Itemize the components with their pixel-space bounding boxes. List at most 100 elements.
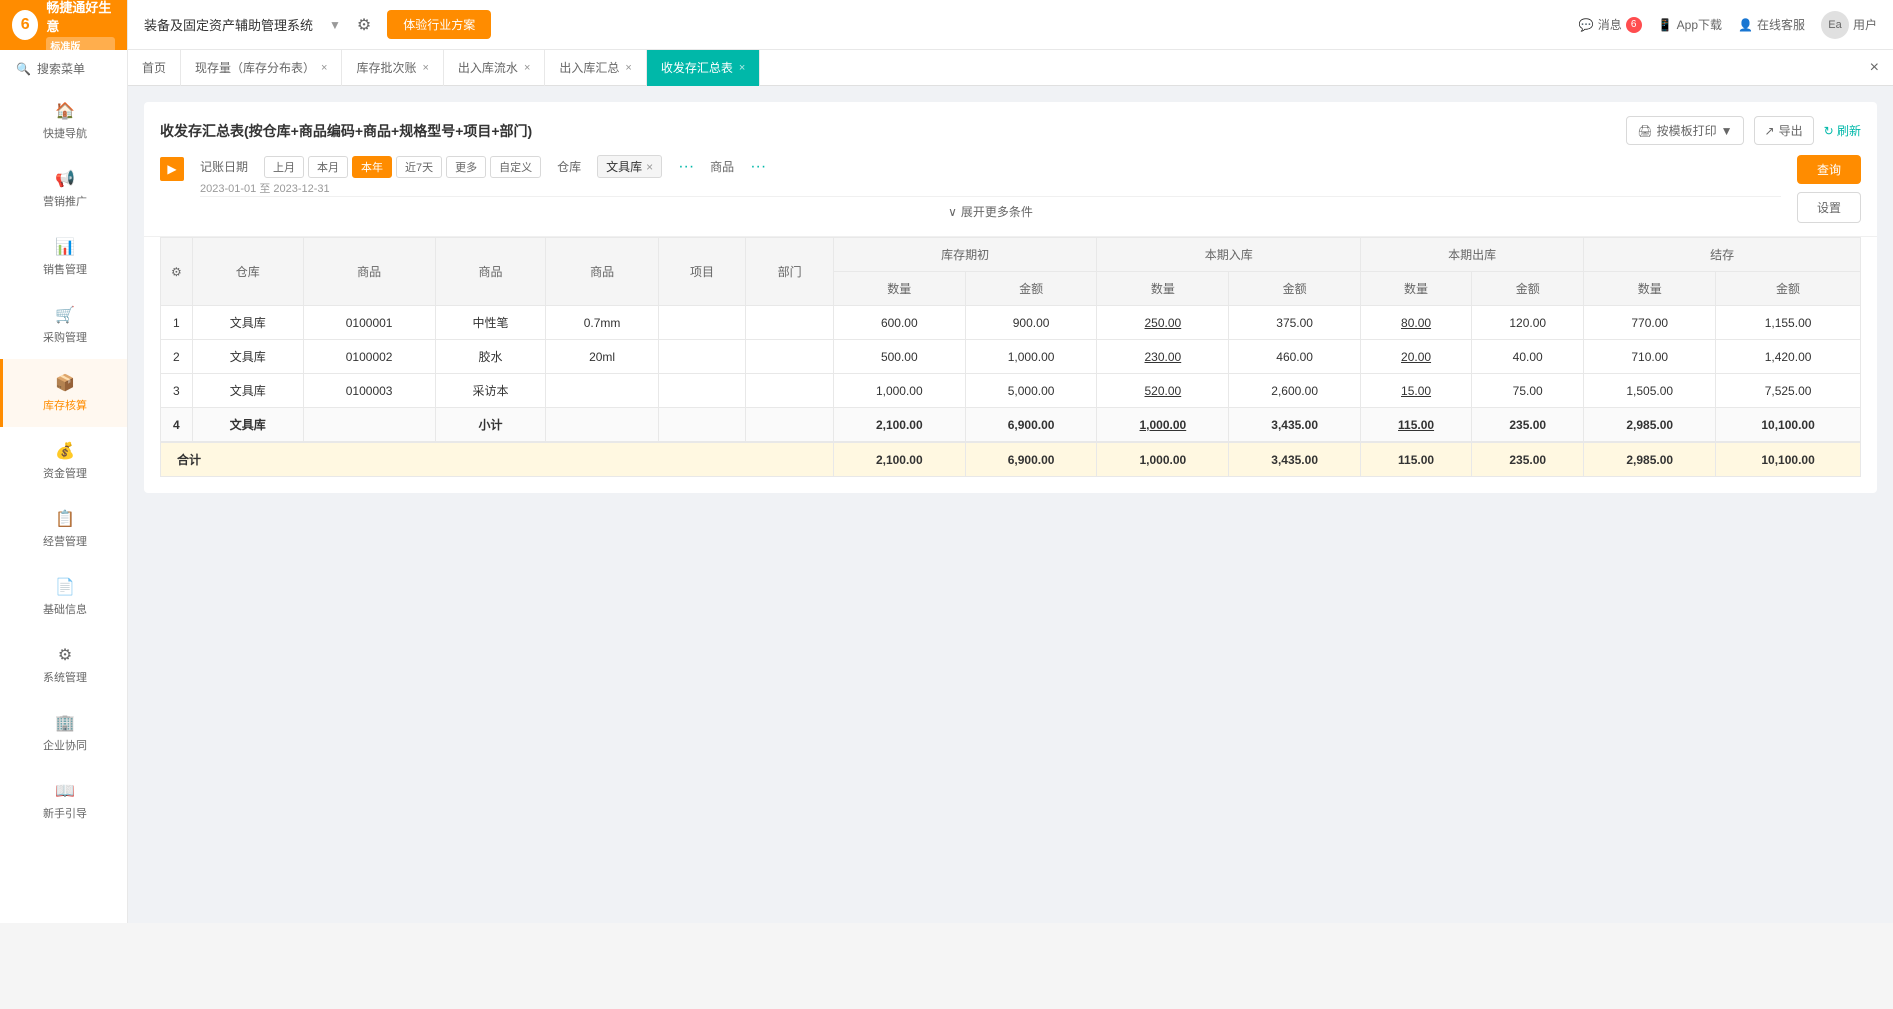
sidebar-item-purchase[interactable]: 🛒 采购管理 xyxy=(0,291,127,359)
row-goods-code: 0100001 xyxy=(303,306,435,340)
online-service-btn[interactable]: 👤 在线客服 xyxy=(1738,16,1805,33)
sidebar-item-guide[interactable]: 📖 新手引导 xyxy=(0,767,127,835)
row-open-qty: 600.00 xyxy=(833,306,965,340)
sidebar-item-label: 新手引导 xyxy=(43,805,87,821)
sidebar-item-finance[interactable]: 💰 资金管理 xyxy=(0,427,127,495)
row-open-amt: 6,900.00 xyxy=(965,408,1097,443)
row-no: 3 xyxy=(161,374,193,408)
expand-more-label: 展开更多条件 xyxy=(961,203,1033,220)
sidebar-item-enterprise[interactable]: 🏢 企业协同 xyxy=(0,699,127,767)
content-card: 收发存汇总表(按仓库+商品编码+商品+规格型号+项目+部门) 🖨 按模板打印 ▼… xyxy=(144,102,1877,493)
tab-close-inventory-dist[interactable]: × xyxy=(321,62,327,74)
system-title: 装备及固定资产辅助管理系统 xyxy=(144,15,313,34)
table-settings-th[interactable]: ⚙ xyxy=(161,238,193,306)
expand-more-btn[interactable]: ∨ 展开更多条件 xyxy=(200,196,1781,226)
experience-btn[interactable]: 体验行业方案 xyxy=(387,10,491,39)
filter-dots-1[interactable]: ··· xyxy=(678,158,694,176)
tab-close-batch-account[interactable]: × xyxy=(422,62,428,74)
refresh-btn[interactable]: ↻ 刷新 xyxy=(1824,122,1861,139)
sidebar-item-search[interactable]: 🔍 搜索菜单 xyxy=(0,50,127,87)
row-out-qty[interactable]: 20.00 xyxy=(1361,340,1472,374)
row-out-qty[interactable]: 15.00 xyxy=(1361,374,1472,408)
filter-dots-2[interactable]: ··· xyxy=(750,158,766,176)
tab-home[interactable]: 首页 xyxy=(128,50,181,86)
set-btn[interactable]: 设置 xyxy=(1797,192,1861,223)
app-logo: 6 畅捷通好生意 标准版 xyxy=(0,0,127,50)
footer-out-qty: 115.00 xyxy=(1361,442,1472,477)
th-goods-code: 商品 xyxy=(303,238,435,306)
tab-collect-summary[interactable]: 收发存汇总表 × xyxy=(647,50,760,86)
th-in-qty: 数量 xyxy=(1097,272,1229,306)
row-out-qty[interactable]: 80.00 xyxy=(1361,306,1472,340)
row-warehouse: 文具库 xyxy=(192,408,303,443)
row-in-qty[interactable]: 230.00 xyxy=(1097,340,1229,374)
th-open-qty: 数量 xyxy=(833,272,965,306)
row-out-amt: 235.00 xyxy=(1472,408,1584,443)
sidebar-item-label: 基础信息 xyxy=(43,601,87,617)
date-btn-custom[interactable]: 自定义 xyxy=(490,156,541,178)
th-in-amt: 金额 xyxy=(1229,272,1361,306)
app-download-label: App下载 xyxy=(1677,16,1722,33)
warehouse-tag-close[interactable]: × xyxy=(646,160,653,174)
sidebar-item-inventory[interactable]: 📦 库存核算 xyxy=(0,359,127,427)
row-in-qty[interactable]: 250.00 xyxy=(1097,306,1229,340)
online-service-label: 在线客服 xyxy=(1757,16,1805,33)
row-out-qty[interactable]: 115.00 xyxy=(1361,408,1472,443)
sidebar-item-sales[interactable]: 📊 销售管理 xyxy=(0,223,127,291)
row-project xyxy=(658,306,746,340)
date-btn-prev-month[interactable]: 上月 xyxy=(264,156,304,178)
purchase-icon: 🛒 xyxy=(55,305,75,325)
tab-bar-close[interactable]: × xyxy=(1856,59,1893,77)
refresh-btn-label: 刷新 xyxy=(1837,124,1861,138)
row-project xyxy=(658,340,746,374)
row-goods-spec xyxy=(546,408,658,443)
logo-icon: 6 xyxy=(12,10,38,40)
tab-close-collect-summary[interactable]: × xyxy=(739,62,745,74)
row-goods-name: 小计 xyxy=(435,408,546,443)
tab-close-summary[interactable]: × xyxy=(625,62,631,74)
page-title: 收发存汇总表(按仓库+商品编码+商品+规格型号+项目+部门) xyxy=(160,121,532,141)
date-btn-this-month[interactable]: 本月 xyxy=(308,156,348,178)
tab-summary[interactable]: 出入库汇总 × xyxy=(545,50,646,86)
query-btn[interactable]: 查询 xyxy=(1797,155,1861,184)
sidebar-item-system[interactable]: ⚙ 系统管理 xyxy=(0,631,127,699)
message-btn[interactable]: 💬 消息 6 xyxy=(1579,16,1642,33)
th-project: 项目 xyxy=(658,238,746,306)
row-out-amt: 120.00 xyxy=(1472,306,1584,340)
sidebar-item-marketing[interactable]: 📢 营销推广 xyxy=(0,155,127,223)
row-goods-code xyxy=(303,408,435,443)
sidebar-item-basic[interactable]: 📄 基础信息 xyxy=(0,563,127,631)
footer-bal-qty: 2,985.00 xyxy=(1584,442,1716,477)
row-warehouse: 文具库 xyxy=(192,374,303,408)
row-in-qty[interactable]: 1,000.00 xyxy=(1097,408,1229,443)
th-goods-name: 商品 xyxy=(435,238,546,306)
filter-toggle[interactable]: ▶ xyxy=(160,157,184,181)
date-btn-7days[interactable]: 近7天 xyxy=(396,156,442,178)
sidebar-item-operations[interactable]: 📋 经营管理 xyxy=(0,495,127,563)
export-btn[interactable]: ↗ 导出 xyxy=(1754,116,1814,145)
row-in-amt: 460.00 xyxy=(1229,340,1361,374)
settings-icon[interactable]: ⚙ xyxy=(357,15,371,35)
row-in-qty[interactable]: 520.00 xyxy=(1097,374,1229,408)
tab-batch-account[interactable]: 库存批次账 × xyxy=(342,50,443,86)
sidebar-item-quick-nav[interactable]: 🏠 快捷导航 xyxy=(0,87,127,155)
row-bal-amt: 1,420.00 xyxy=(1716,340,1861,374)
app-download-btn[interactable]: 📱 App下载 xyxy=(1658,16,1722,33)
date-btn-more[interactable]: 更多 xyxy=(446,156,486,178)
date-btn-this-year[interactable]: 本年 xyxy=(352,156,392,178)
message-badge: 6 xyxy=(1626,17,1642,33)
basic-icon: 📄 xyxy=(55,577,75,597)
th-dept: 部门 xyxy=(746,238,834,306)
user-btn[interactable]: Ea 用户 xyxy=(1821,11,1877,39)
tab-inventory-dist[interactable]: 现存量（库存分布表） × xyxy=(181,50,342,86)
print-btn[interactable]: 🖨 按模板打印 ▼ xyxy=(1626,116,1743,145)
row-out-amt: 40.00 xyxy=(1472,340,1584,374)
tab-close-flow[interactable]: × xyxy=(524,62,530,74)
footer-bal-amt: 10,100.00 xyxy=(1716,442,1861,477)
row-goods-code: 0100002 xyxy=(303,340,435,374)
row-warehouse: 文具库 xyxy=(192,306,303,340)
tab-flow[interactable]: 出入库流水 × xyxy=(444,50,545,86)
row-bal-qty: 2,985.00 xyxy=(1584,408,1716,443)
filter-body: 记账日期 上月 本月 本年 近7天 更多 自定义 仓库 文具库 × ··· xyxy=(200,155,1781,226)
message-icon: 💬 xyxy=(1579,18,1594,32)
